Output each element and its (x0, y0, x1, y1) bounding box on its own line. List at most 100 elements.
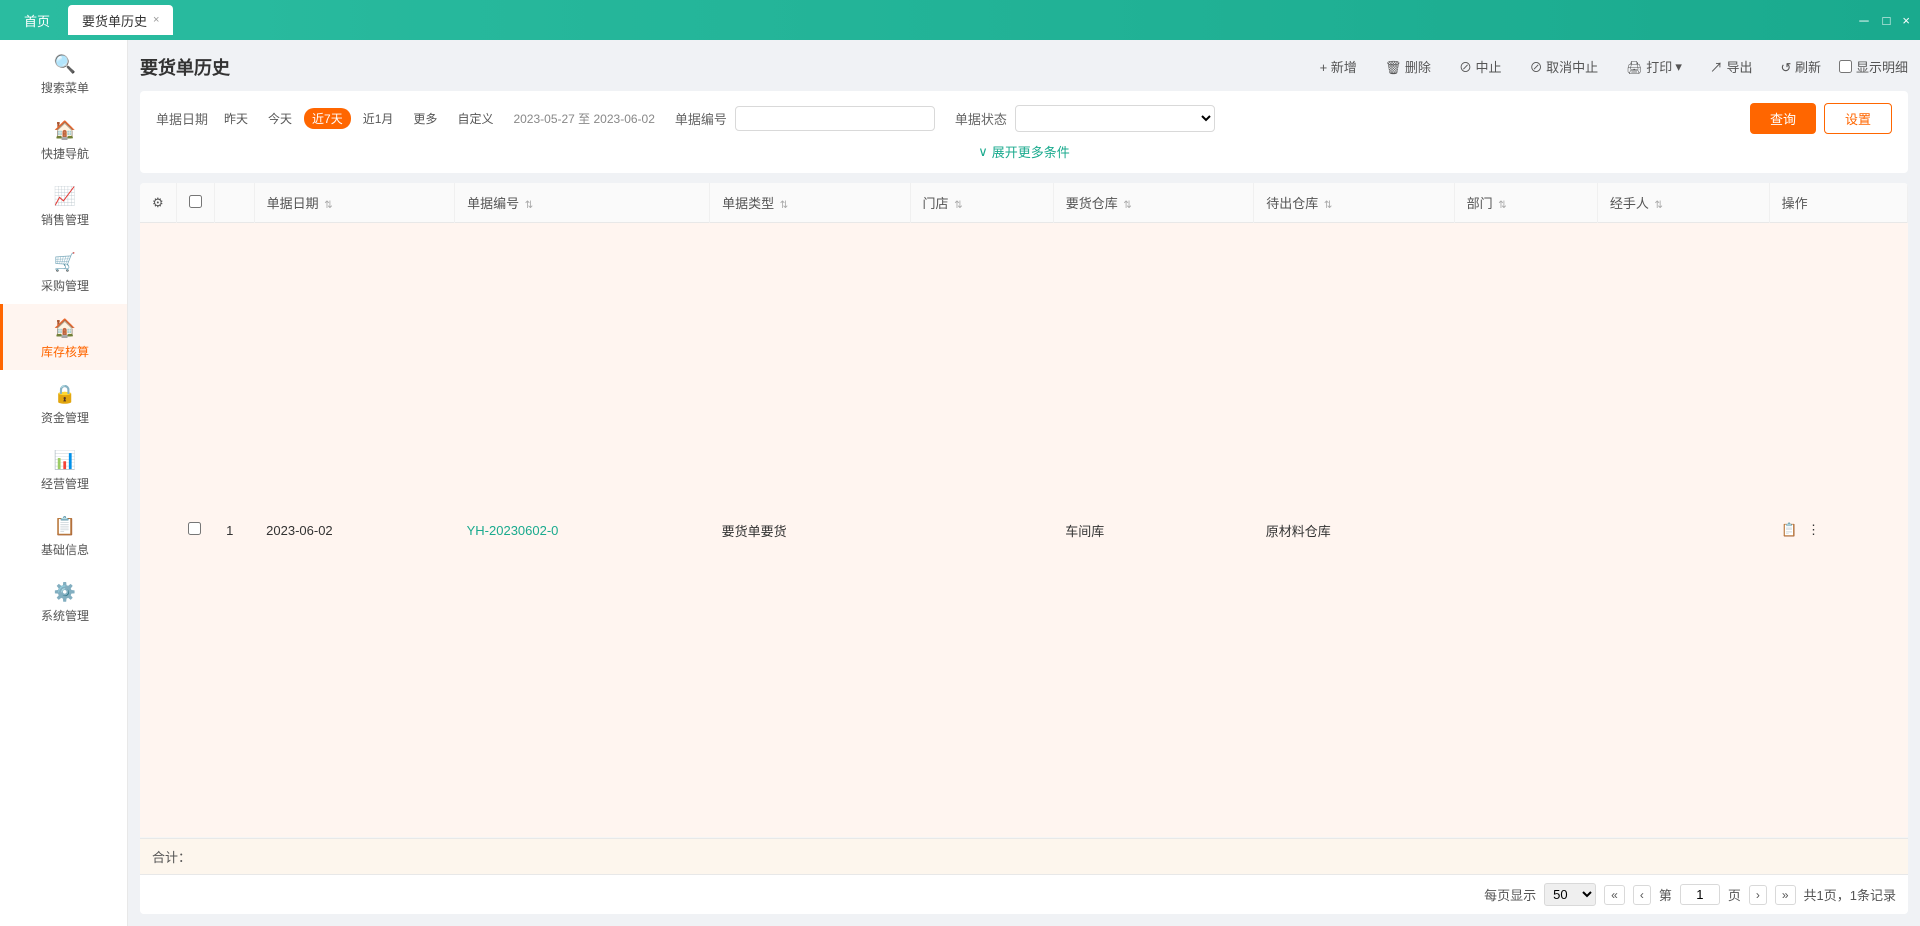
sidebar-item-purchase[interactable]: 🛒 采购管理 (0, 238, 127, 304)
search-menu-icon: 🔍 (54, 54, 76, 75)
print-button[interactable]: 🖨 打印 ▾ (1616, 52, 1692, 81)
filter-date-group: 单据日期 昨天 今天 近7天 近1月 更多 自定义 2023-05-27 至 2… (156, 108, 655, 129)
col-pendingwarehouse-label: 待出仓库 (1266, 196, 1318, 211)
col-handler[interactable]: 经手人 ⇅ (1597, 183, 1769, 223)
new-button[interactable]: + 新增 (1310, 52, 1367, 81)
date-opt-today[interactable]: 今天 (260, 108, 300, 129)
page-header: 要货单历史 + 新增 🗑 删除 ⊘ 中止 ⊘ 取消中止 🖨 打印 ▾ ↗ 导出 … (140, 52, 1908, 81)
main-layout: 🔍 搜索菜单 🏠 快捷导航 📈 销售管理 🛒 采购管理 🏠 库存核算 🔒 资金管… (0, 40, 1920, 926)
refresh-button[interactable]: ↺ 刷新 (1770, 52, 1831, 81)
tab-home[interactable]: 首页 (10, 5, 64, 35)
tab-close-icon[interactable]: × (153, 14, 159, 26)
stop-button[interactable]: ⊘ 中止 (1449, 52, 1512, 81)
total-info: 共1页，1条记录 (1804, 885, 1896, 904)
page-title: 要货单历史 (140, 54, 230, 80)
filter-settings-button[interactable]: 设置 (1824, 103, 1892, 134)
data-table: ⚙ 单据日期 ⇅ 单据编号 ⇅ (140, 183, 1908, 838)
col-store[interactable]: 门店 ⇅ (910, 183, 1053, 223)
col-pendingwarehouse[interactable]: 待出仓库 ⇅ (1254, 183, 1454, 223)
date-range-display: 2023-05-27 至 2023-06-02 (513, 110, 654, 127)
col-dept[interactable]: 部门 ⇅ (1454, 183, 1597, 223)
sidebar-item-sales[interactable]: 📈 销售管理 (0, 172, 127, 238)
sidebar-item-operations[interactable]: 📊 经营管理 (0, 436, 127, 502)
window-close-icon[interactable]: × (1902, 13, 1910, 28)
expand-more-icon: ∨ (978, 144, 988, 160)
cell-doctype: 要货单要货 (710, 223, 910, 838)
docno-link[interactable]: YH-20230602-0 (467, 523, 559, 538)
col-handler-sort-icon: ⇅ (1654, 200, 1662, 211)
date-opt-last1month[interactable]: 近1月 (355, 108, 402, 129)
cell-pendingwarehouse: 原材料仓库 (1254, 223, 1454, 838)
col-reqwarehouse-label: 要货仓库 (1066, 196, 1118, 211)
delete-button[interactable]: 🗑 删除 (1375, 52, 1441, 81)
sidebar-item-label-purchase: 采购管理 (41, 277, 89, 294)
top-bar: 首页 要货单历史 × － □ × (0, 0, 1920, 40)
date-opt-custom[interactable]: 自定义 (449, 108, 501, 129)
col-dept-label: 部门 (1467, 196, 1493, 211)
row-op-more-icon[interactable]: ⋮ (1807, 522, 1820, 537)
display-detail-checkbox[interactable] (1839, 60, 1852, 73)
print-label: 🖨 打印 (1626, 57, 1672, 76)
sidebar-item-label-quick-nav: 快捷导航 (41, 145, 89, 162)
sidebar-item-label-finance: 资金管理 (41, 409, 89, 426)
operations-icon: 📊 (54, 450, 76, 471)
cancel-stop-button[interactable]: ⊘ 取消中止 (1520, 52, 1609, 81)
docno-filter-input[interactable] (735, 106, 935, 131)
cell-docno: YH-20230602-0 (455, 223, 710, 838)
date-options: 昨天 今天 近7天 近1月 更多 自定义 (216, 108, 501, 129)
next-page-button[interactable]: › (1749, 885, 1767, 905)
col-docno-label: 单据编号 (467, 196, 519, 211)
table-body: 1 2023-06-02 YH-20230602-0 要货单要货 车间库 原材料… (140, 223, 1908, 838)
date-opt-yesterday[interactable]: 昨天 (216, 108, 256, 129)
tab-yaohuodan-label: 要货单历史 (82, 11, 147, 30)
row-checkbox[interactable] (188, 522, 201, 535)
export-button[interactable]: ↗ 导出 (1700, 52, 1763, 81)
col-handler-label: 经手人 (1610, 196, 1649, 211)
sidebar-item-label-system: 系统管理 (41, 607, 89, 624)
status-filter-select[interactable] (1015, 105, 1215, 132)
first-page-button[interactable]: « (1604, 885, 1625, 905)
col-date-label: 单据日期 (267, 196, 319, 211)
display-detail-label: 显示明细 (1856, 57, 1908, 76)
per-page-select[interactable]: 50 10 20 100 (1544, 883, 1596, 906)
query-button[interactable]: 查询 (1750, 103, 1816, 134)
expand-more-button[interactable]: ∨ 展开更多条件 (978, 142, 1070, 161)
prev-page-button[interactable]: ‹ (1633, 885, 1651, 905)
last-page-button[interactable]: » (1775, 885, 1796, 905)
sidebar-item-basic-info[interactable]: 📋 基础信息 (0, 502, 127, 568)
sidebar-item-finance[interactable]: 🔒 资金管理 (0, 370, 127, 436)
sidebar-item-quick-nav[interactable]: 🏠 快捷导航 (0, 106, 127, 172)
sales-icon: 📈 (54, 186, 76, 207)
window-maximize-icon[interactable]: □ (1883, 13, 1891, 28)
cell-reqwarehouse: 车间库 (1053, 223, 1253, 838)
select-all-checkbox[interactable] (189, 195, 202, 208)
page-input[interactable] (1680, 884, 1720, 905)
quick-nav-icon: 🏠 (54, 120, 76, 141)
print-dropdown-icon[interactable]: ▾ (1675, 59, 1682, 75)
col-settings[interactable]: ⚙ (140, 183, 176, 223)
sidebar-item-label-sales: 销售管理 (41, 211, 89, 228)
per-page-label: 每页显示 (1484, 885, 1536, 904)
table-header-row: ⚙ 单据日期 ⇅ 单据编号 ⇅ (140, 183, 1908, 223)
col-doctype[interactable]: 单据类型 ⇅ (710, 183, 910, 223)
summary-label: 合计： (152, 847, 191, 866)
filter-panel: 单据日期 昨天 今天 近7天 近1月 更多 自定义 2023-05-27 至 2… (140, 91, 1908, 173)
sidebar-item-search-menu[interactable]: 🔍 搜索菜单 (0, 40, 127, 106)
col-date-sort-icon: ⇅ (324, 200, 332, 211)
sidebar-item-inventory[interactable]: 🏠 库存核算 (0, 304, 127, 370)
col-date[interactable]: 单据日期 ⇅ (254, 183, 454, 223)
sidebar-item-label-search-menu: 搜索菜单 (41, 79, 89, 96)
table-footer: 合计： (140, 838, 1908, 874)
tab-yaohuodan[interactable]: 要货单历史 × (68, 5, 173, 35)
cell-dept (1454, 223, 1597, 838)
inventory-icon: 🏠 (54, 318, 76, 339)
col-pendingwarehouse-sort-icon: ⇅ (1324, 200, 1332, 211)
sidebar-item-system[interactable]: ⚙️ 系统管理 (0, 568, 127, 634)
window-minimize-icon[interactable]: － (1858, 11, 1871, 30)
col-reqwarehouse[interactable]: 要货仓库 ⇅ (1053, 183, 1253, 223)
date-opt-last7days[interactable]: 近7天 (304, 108, 351, 129)
col-docno[interactable]: 单据编号 ⇅ (455, 183, 710, 223)
col-operation: 操作 (1769, 183, 1907, 223)
date-opt-more[interactable]: 更多 (405, 108, 445, 129)
row-op-edit-icon[interactable]: 📋 (1781, 522, 1797, 537)
